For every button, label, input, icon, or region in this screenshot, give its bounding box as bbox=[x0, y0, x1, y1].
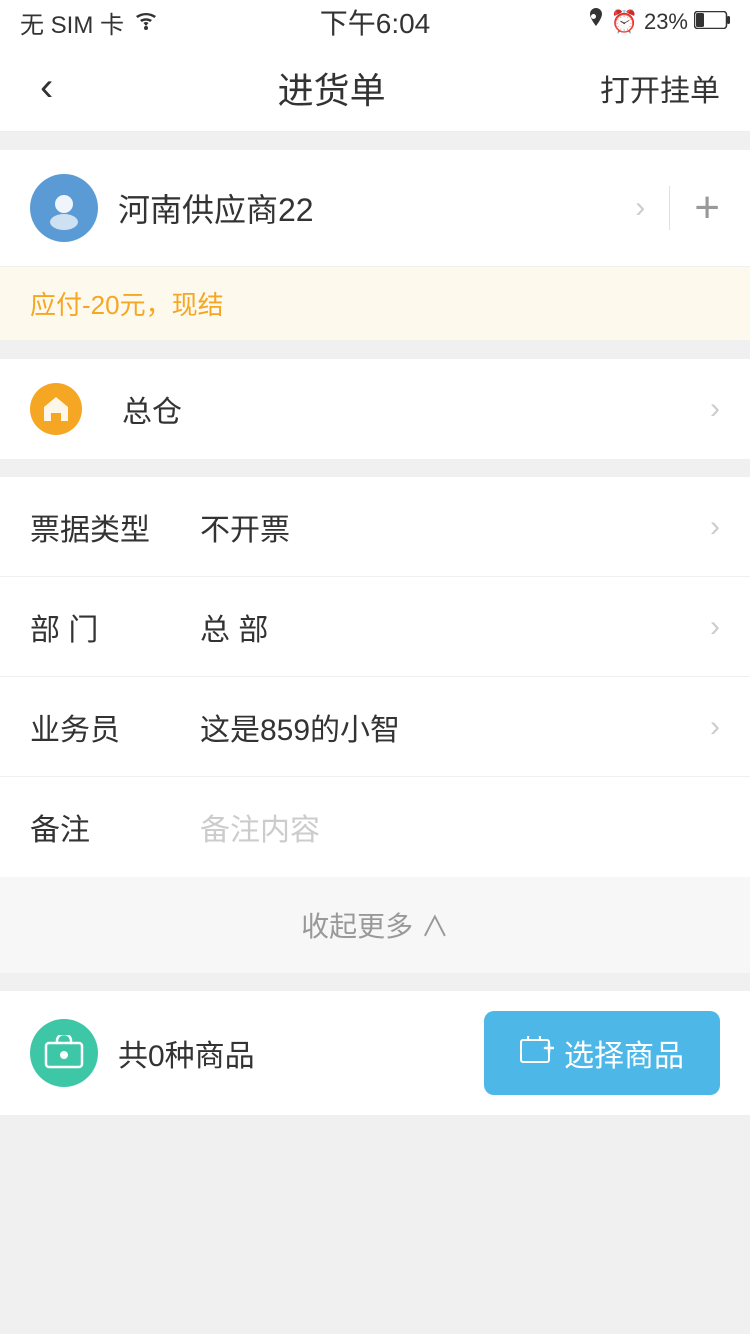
supplier-avatar bbox=[30, 174, 98, 242]
form-section: 票据类型 不开票 › 部 门 总 部 › 业务员 这是859的小智 › 备注 备… bbox=[0, 477, 750, 877]
no-sim-label: 无 SIM 卡 bbox=[20, 5, 124, 40]
supplier-card: 河南供应商22 › + 应付-20元，现结 bbox=[0, 150, 750, 341]
status-time: 下午6:04 bbox=[320, 2, 431, 42]
select-product-button[interactable]: 选择商品 bbox=[484, 1011, 720, 1095]
warehouse-name: 总仓 bbox=[122, 387, 710, 431]
nav-bar: ‹ 进货单 打开挂单 bbox=[0, 44, 750, 132]
department-row[interactable]: 部 门 总 部 › bbox=[0, 577, 750, 677]
salesperson-chevron-icon: › bbox=[710, 710, 720, 744]
department-chevron-icon: › bbox=[710, 610, 720, 644]
remark-input[interactable]: 备注内容 bbox=[200, 805, 720, 849]
warehouse-row[interactable]: 总仓 › bbox=[0, 359, 750, 459]
page-title: 进货单 bbox=[278, 62, 386, 114]
supplier-name: 河南供应商22 bbox=[118, 185, 635, 231]
department-value: 总 部 bbox=[200, 605, 710, 649]
invoice-type-value: 不开票 bbox=[200, 505, 710, 549]
department-label: 部 门 bbox=[30, 605, 180, 649]
salesperson-label: 业务员 bbox=[30, 705, 180, 749]
warehouse-section: 总仓 › bbox=[0, 359, 750, 459]
select-product-icon bbox=[520, 1036, 554, 1071]
status-left: 无 SIM 卡 bbox=[20, 5, 160, 40]
row-gap-2 bbox=[0, 459, 750, 477]
invoice-type-label: 票据类型 bbox=[30, 505, 180, 549]
select-product-label: 选择商品 bbox=[564, 1031, 684, 1075]
product-bar: 共0种商品 选择商品 bbox=[0, 991, 750, 1115]
alarm-icon: ⏰ bbox=[611, 9, 638, 35]
battery-icon bbox=[694, 9, 730, 35]
salesperson-row[interactable]: 业务员 这是859的小智 › bbox=[0, 677, 750, 777]
supplier-row[interactable]: 河南供应商22 › + bbox=[0, 150, 750, 267]
invoice-type-row[interactable]: 票据类型 不开票 › bbox=[0, 477, 750, 577]
supplier-chevron-icon: › bbox=[635, 191, 645, 225]
salesperson-value: 这是859的小智 bbox=[200, 705, 710, 749]
section-gap-top bbox=[0, 132, 750, 150]
notice-bar: 应付-20元，现结 bbox=[0, 267, 750, 341]
vertical-divider bbox=[669, 186, 670, 230]
product-count-text: 共0种商品 bbox=[118, 1031, 484, 1075]
remark-row[interactable]: 备注 备注内容 bbox=[0, 777, 750, 877]
open-pending-button[interactable]: 打开挂单 bbox=[600, 66, 720, 110]
row-gap-1 bbox=[0, 341, 750, 359]
status-bar: 无 SIM 卡 下午6:04 ⏰ 23% bbox=[0, 0, 750, 44]
collapse-button[interactable]: 收起更多 ∧ bbox=[0, 877, 750, 973]
invoice-type-chevron-icon: › bbox=[710, 510, 720, 544]
product-icon bbox=[30, 1019, 98, 1087]
status-right: ⏰ 23% bbox=[587, 8, 730, 36]
warehouse-icon bbox=[30, 383, 82, 435]
add-supplier-button[interactable]: + bbox=[694, 186, 720, 230]
remark-label: 备注 bbox=[30, 805, 180, 849]
wifi-icon bbox=[132, 8, 160, 37]
location-icon bbox=[587, 8, 605, 36]
row-gap-3 bbox=[0, 973, 750, 991]
warehouse-chevron-icon: › bbox=[710, 392, 720, 426]
battery-label: 23% bbox=[644, 9, 688, 35]
back-button[interactable]: ‹ bbox=[30, 55, 63, 120]
